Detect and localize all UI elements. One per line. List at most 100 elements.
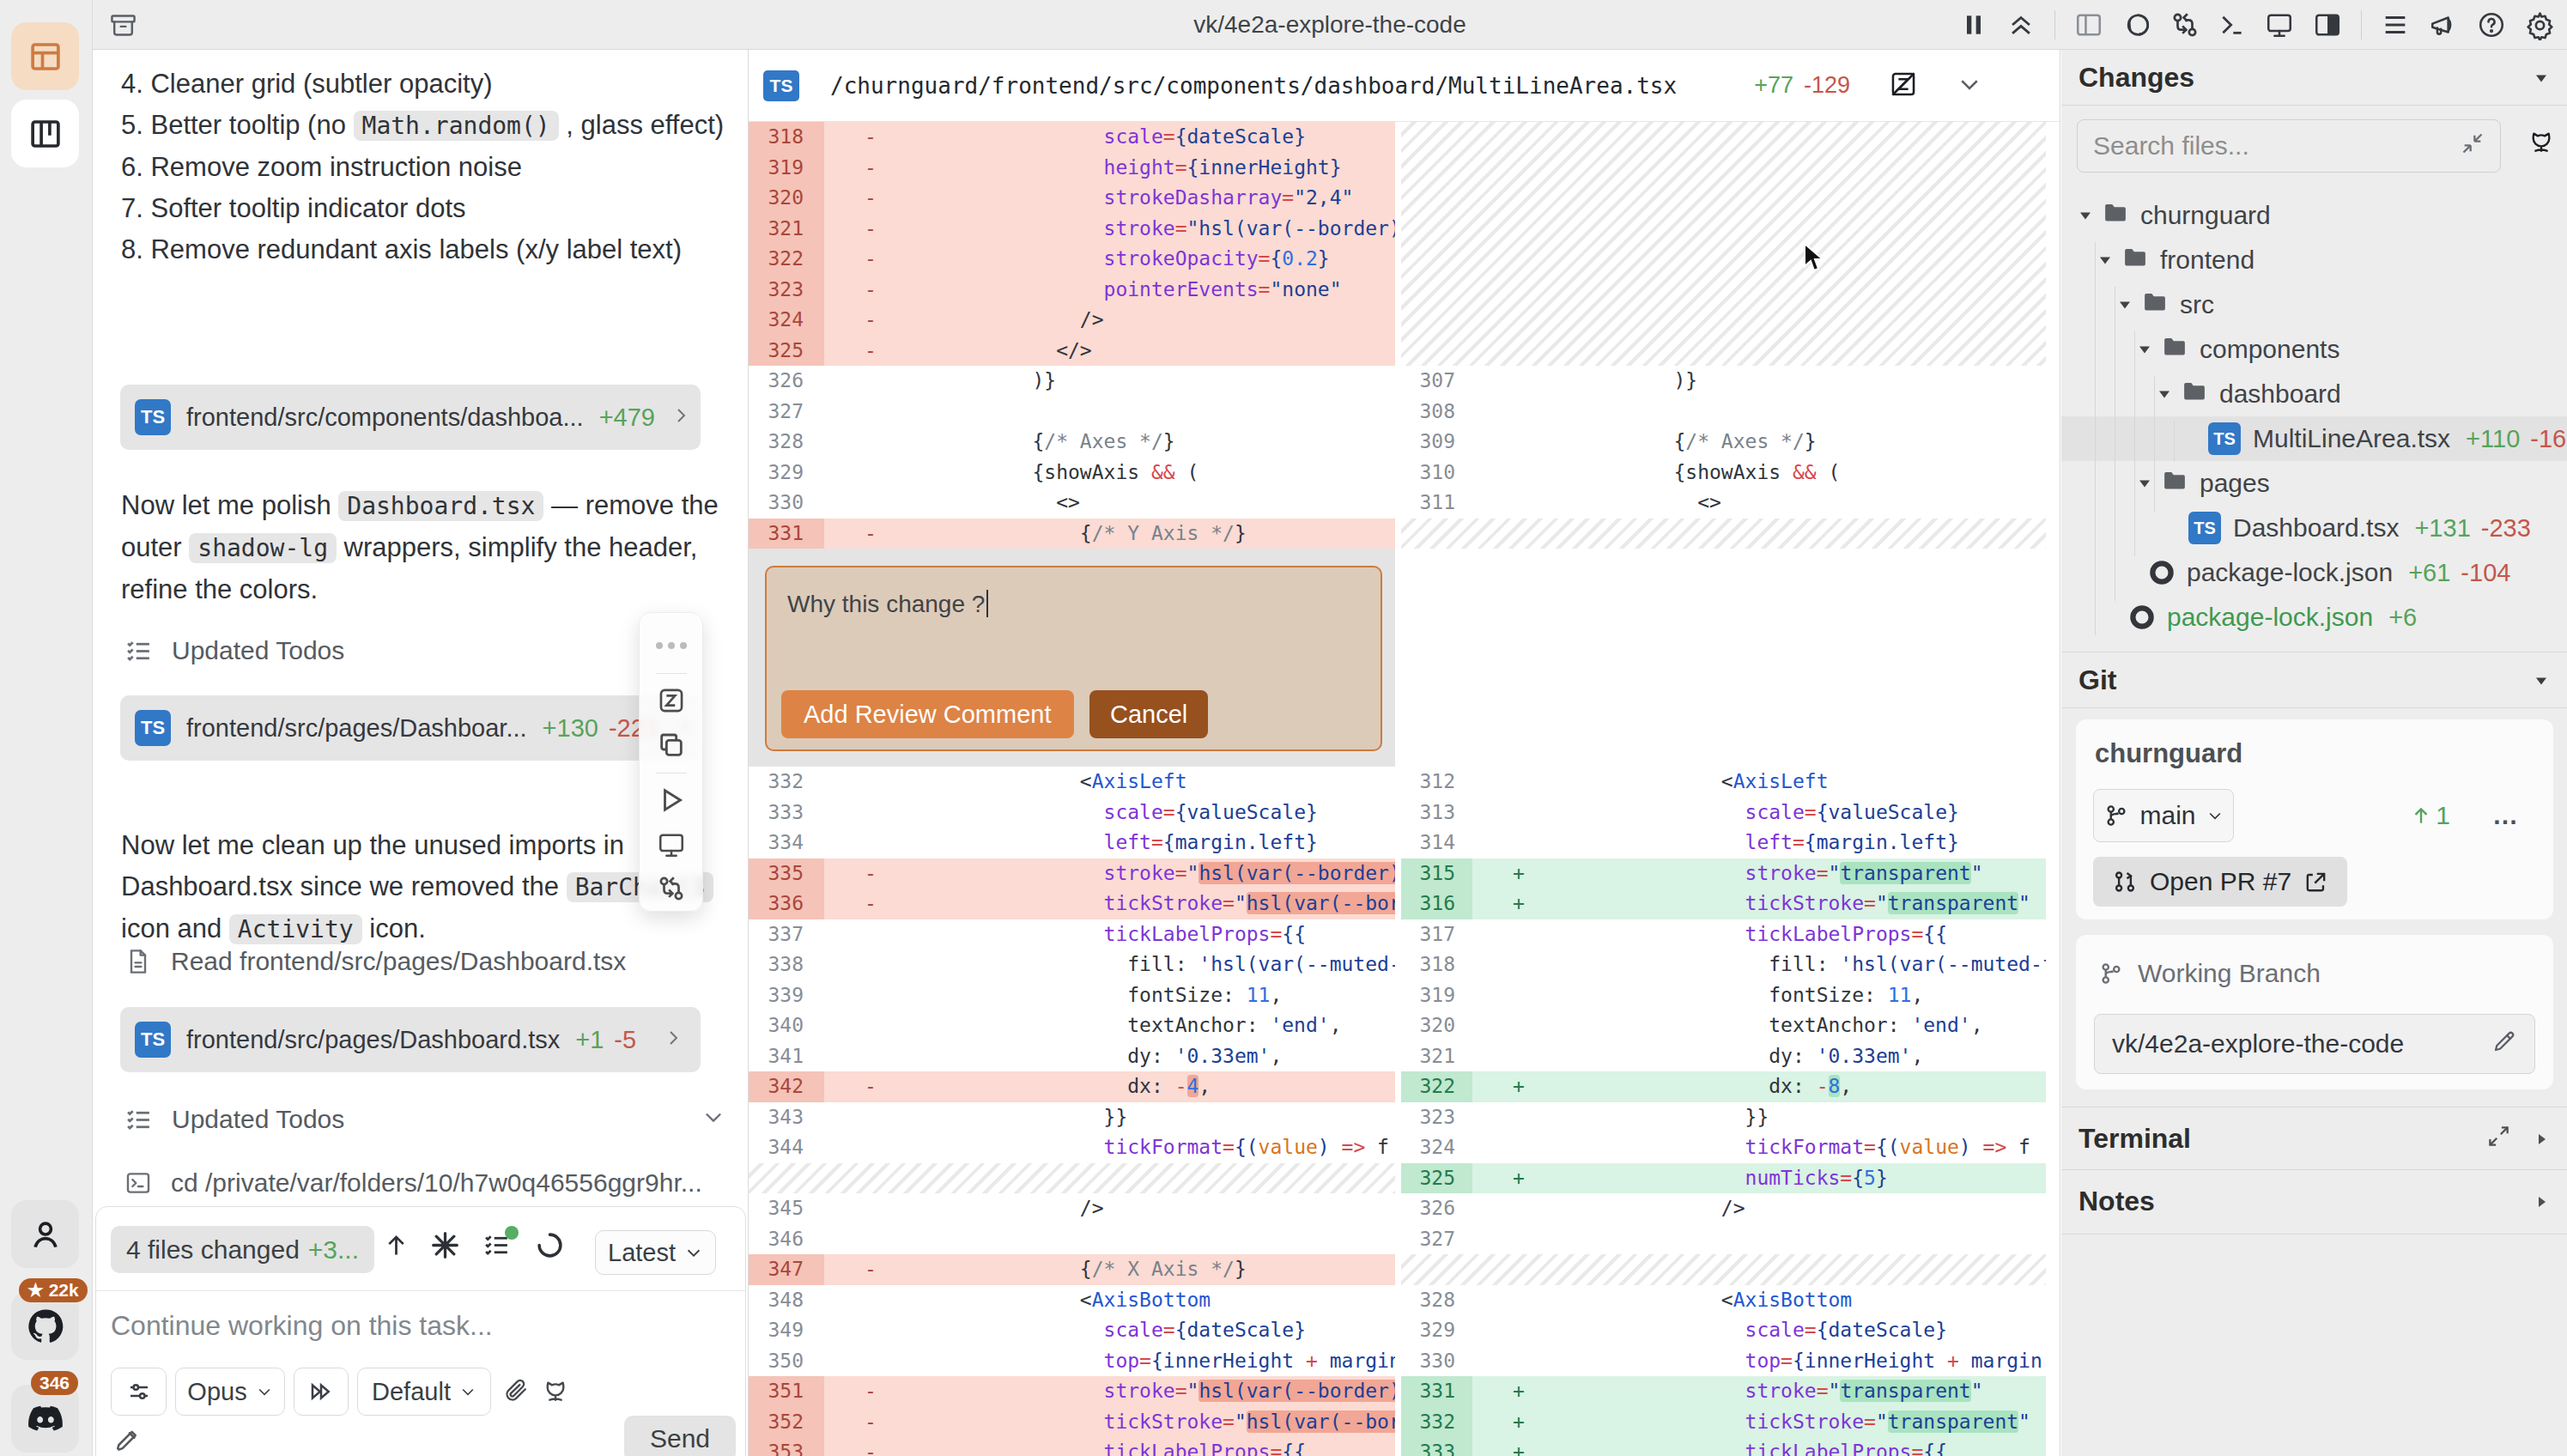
menu-icon[interactable] bbox=[2381, 10, 2410, 39]
deleted-line: 336- tickStroke="hsl(var(--border))" bbox=[749, 889, 1395, 919]
expand-icon[interactable] bbox=[2487, 1123, 2510, 1155]
panel-right-icon[interactable] bbox=[2313, 10, 2342, 39]
git-section-header[interactable]: Git bbox=[2061, 652, 2567, 707]
tree-folder-churnguard[interactable]: churnguard bbox=[2061, 193, 2567, 238]
indent-guide bbox=[2154, 376, 2155, 512]
folder-icon bbox=[2162, 334, 2188, 366]
chevron-right-icon bbox=[663, 1025, 683, 1054]
fast-forward-button[interactable] bbox=[294, 1368, 349, 1416]
open-in-zed-icon[interactable] bbox=[1889, 70, 1918, 102]
tree-file-package-lock.json[interactable]: package-lock.json+61-104 bbox=[2061, 550, 2567, 595]
terminal-section-header[interactable]: Terminal bbox=[2061, 1107, 2567, 1169]
working-branch-input[interactable]: vk/4e2a-explore-the-code bbox=[2094, 1014, 2535, 1074]
more-options-icon[interactable]: … bbox=[2492, 801, 2521, 830]
context-line: 328 <AxisBottom bbox=[1401, 1285, 2046, 1316]
chevrons-up-icon[interactable] bbox=[2006, 10, 2036, 39]
expand-triangle-icon[interactable] bbox=[2097, 252, 2114, 269]
expand-triangle-icon[interactable] bbox=[2077, 207, 2094, 224]
list-item: 7. Softer tooltip indicator dots bbox=[121, 188, 732, 229]
paperclip-icon[interactable] bbox=[503, 1377, 530, 1407]
mode-select[interactable]: Default bbox=[357, 1368, 491, 1416]
model-select[interactable]: Opus bbox=[175, 1368, 285, 1416]
expand-triangle-icon[interactable] bbox=[2116, 296, 2133, 313]
files-changed-chip[interactable]: 4 files changed+3... bbox=[111, 1226, 374, 1273]
tree-file-Dashboard.tsx[interactable]: TSDashboard.tsx+131-233 bbox=[2061, 506, 2567, 550]
tree-file-package-lock.json[interactable]: package-lock.json+6 bbox=[2061, 595, 2567, 640]
rail-button-person[interactable] bbox=[11, 1200, 79, 1268]
add-review-comment-button[interactable]: Add Review Comment bbox=[781, 690, 1074, 738]
tree-file-MultiLineArea.tsx[interactable]: TSMultiLineArea.tsx+110-162 bbox=[2061, 416, 2567, 461]
expand-triangle-icon[interactable] bbox=[2156, 385, 2173, 403]
context-line: 312 <AxisLeft bbox=[1401, 767, 2046, 798]
empty-diff-region bbox=[1401, 519, 2046, 549]
left-rail: ★ 22k346 bbox=[0, 0, 93, 1456]
tree-folder-frontend[interactable]: frontend bbox=[2061, 238, 2567, 282]
tree-folder-components[interactable]: components bbox=[2061, 327, 2567, 372]
github-cat-icon[interactable] bbox=[2528, 128, 2555, 159]
chevron-right-icon bbox=[2533, 1186, 2550, 1217]
chevron-down-icon bbox=[256, 1383, 273, 1400]
collapse-diff-icon[interactable] bbox=[1957, 71, 1982, 100]
cancel-button[interactable]: Cancel bbox=[1089, 690, 1208, 738]
github-cat-icon[interactable] bbox=[542, 1377, 569, 1408]
branch-select[interactable]: main bbox=[2093, 789, 2234, 842]
expand-triangle-icon[interactable] bbox=[2136, 475, 2153, 492]
json-file-icon bbox=[2129, 604, 2155, 630]
file-change-chip[interactable]: TSfrontend/src/components/dashboa...+479 bbox=[120, 385, 701, 450]
preview-icon[interactable] bbox=[657, 822, 686, 867]
theme-icon[interactable] bbox=[2122, 10, 2151, 39]
list-item: 5. Better tooltip (no Math.random() , gl… bbox=[121, 105, 732, 147]
pencil-icon[interactable] bbox=[2491, 1028, 2517, 1060]
badge: 346 bbox=[31, 1371, 78, 1395]
pause-icon[interactable] bbox=[1960, 11, 1987, 39]
scroll-up-button[interactable] bbox=[382, 1231, 410, 1259]
context-line: 321 dy: '0.33em', bbox=[1401, 1041, 2046, 1072]
updated-todos-row[interactable]: Updated Todos bbox=[124, 630, 725, 671]
folder-icon bbox=[2142, 289, 2168, 321]
chat-paragraph: Now let me polish Dashboard.tsx — remove… bbox=[121, 485, 732, 610]
terminal-sq-icon bbox=[124, 1169, 152, 1197]
settings-icon[interactable] bbox=[2525, 10, 2555, 40]
rail-button-layout[interactable] bbox=[11, 22, 79, 90]
megaphone-icon[interactable] bbox=[2429, 10, 2458, 39]
open-in-zed-icon[interactable] bbox=[657, 679, 686, 724]
composer-settings-button[interactable] bbox=[111, 1368, 167, 1416]
terminal-command-row[interactable]: cd /private/var/folders/10/h7w0q46556ggr… bbox=[124, 1162, 725, 1204]
copy-icon[interactable] bbox=[657, 723, 686, 767]
read-file-row[interactable]: Read frontend/src/pages/Dashboard.tsx bbox=[124, 941, 725, 982]
git-compare-icon[interactable] bbox=[657, 867, 686, 912]
tree-folder-pages[interactable]: pages bbox=[2061, 461, 2567, 506]
context-line: 344 tickFormat={(value) => f bbox=[749, 1132, 1395, 1163]
context-line: 330 top={innerHeight + margin.top} bbox=[1401, 1346, 2046, 1377]
run-icon[interactable] bbox=[656, 779, 687, 823]
composer-input[interactable]: Continue working on this task... bbox=[111, 1310, 493, 1342]
file-change-chip[interactable]: TSfrontend/src/pages/Dashboar...+130-223 bbox=[120, 695, 701, 761]
spark-button[interactable] bbox=[431, 1231, 459, 1259]
help-icon[interactable] bbox=[2477, 10, 2506, 39]
highlighter-icon[interactable] bbox=[114, 1426, 143, 1454]
file-change-chip[interactable]: TSfrontend/src/pages/Dashboard.tsx+1-5 bbox=[120, 1007, 701, 1072]
panel-left-icon[interactable] bbox=[2074, 10, 2103, 39]
tree-folder-dashboard[interactable]: dashboard bbox=[2061, 372, 2567, 416]
updated-todos-row[interactable]: Updated Todos bbox=[124, 1099, 725, 1140]
changes-section-header[interactable]: Changes bbox=[2061, 50, 2567, 105]
tree-folder-src[interactable]: src bbox=[2061, 282, 2567, 327]
notification-dot bbox=[505, 1226, 519, 1240]
deleted-line: 323- pointerEvents="none" bbox=[749, 275, 1395, 306]
comment-input[interactable]: Why this change ? bbox=[787, 590, 988, 618]
terminal-icon[interactable] bbox=[2218, 11, 2246, 39]
expand-triangle-icon[interactable] bbox=[2136, 341, 2153, 358]
more-options-icon[interactable] bbox=[654, 623, 689, 668]
monitor-icon[interactable] bbox=[2265, 10, 2294, 39]
open-pr-button[interactable]: Open PR #7 bbox=[2093, 857, 2347, 907]
rail-button-kanban[interactable] bbox=[11, 100, 79, 167]
collapse-icon[interactable] bbox=[2461, 131, 2485, 161]
deleted-line: 347- {/* X Axis */} bbox=[749, 1254, 1395, 1285]
list-item: 8. Remove redundant axis labels (x/y lab… bbox=[121, 229, 732, 270]
git-compare-icon[interactable] bbox=[2170, 10, 2200, 39]
send-button[interactable]: Send bbox=[624, 1416, 736, 1456]
search-files-input[interactable]: Search files... bbox=[2077, 119, 2501, 173]
version-select[interactable]: Latest bbox=[595, 1230, 716, 1275]
notes-section-header[interactable]: Notes bbox=[2061, 1170, 2567, 1232]
loading-spinner[interactable] bbox=[536, 1231, 564, 1259]
